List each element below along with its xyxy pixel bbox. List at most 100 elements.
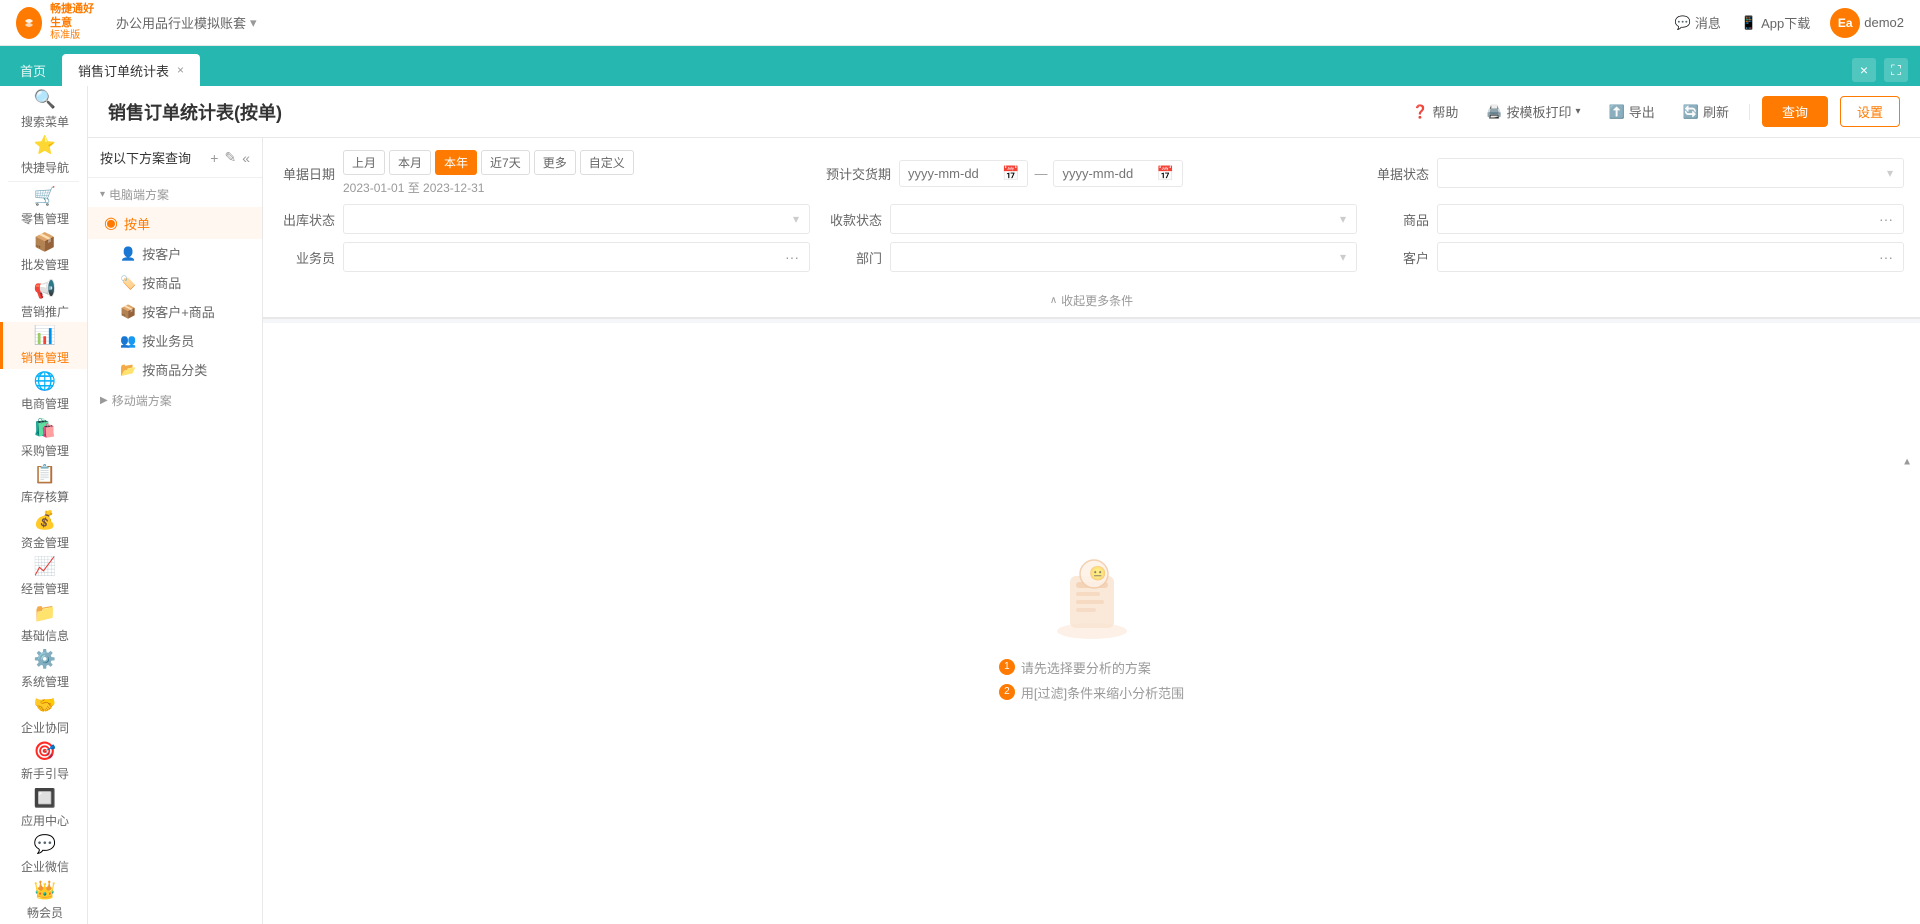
- sidebar-item-label: 电商管理: [21, 395, 69, 412]
- refresh-label: 刷新: [1703, 102, 1729, 121]
- scheme-item-by-goods[interactable]: 🏷️ 按商品: [88, 268, 262, 297]
- collapse-panel-icon[interactable]: «: [242, 150, 250, 166]
- refresh-btn[interactable]: 🔄 刷新: [1675, 98, 1737, 125]
- tab-sales-label: 销售订单统计表: [78, 61, 169, 80]
- customer-dots-icon[interactable]: ···: [1879, 249, 1893, 265]
- template-print-btn[interactable]: 🖨️ 按模板打印 ▾: [1478, 98, 1588, 125]
- sidebar-item-label: 企业协同: [21, 719, 69, 736]
- date-btn-last-month[interactable]: 上月: [343, 150, 385, 175]
- tabbar-right: × ⛶: [1852, 58, 1920, 86]
- ship-status-dropdown[interactable]: ▾: [343, 204, 810, 234]
- help-icon: ❓: [1412, 104, 1428, 120]
- query-button[interactable]: 查询: [1762, 96, 1828, 127]
- scheme-item-by-order[interactable]: ◉ 按单: [88, 207, 262, 239]
- sidebar-item-sales[interactable]: 📊 销售管理: [0, 322, 87, 368]
- date-btn-custom[interactable]: 自定义: [580, 150, 634, 175]
- date-btn-this-month[interactable]: 本月: [389, 150, 431, 175]
- date-btn-this-year[interactable]: 本年: [435, 150, 477, 175]
- expected-date-to-wrap[interactable]: 📅: [1053, 160, 1182, 187]
- dept-dropdown[interactable]: ▾: [890, 242, 1357, 272]
- sidebar-item-search[interactable]: 🔍 搜索菜单: [0, 86, 87, 132]
- chevron-right-icon: ▶: [100, 395, 108, 406]
- scheme-item-by-customer-goods[interactable]: 📦 按客户+商品: [88, 297, 262, 326]
- sidebar-item-app-center[interactable]: 🔲 应用中心: [0, 785, 87, 831]
- tab-close-icon[interactable]: ×: [177, 63, 184, 77]
- app-center-icon: 🔲: [34, 788, 56, 809]
- scheme-item-label: 按商品分类: [142, 360, 207, 379]
- settings-button[interactable]: 设置: [1840, 96, 1900, 127]
- date-range-display: 2023-01-01 至 2023-12-31: [343, 179, 810, 196]
- expected-date-from-input[interactable]: [908, 166, 998, 181]
- empty-illustration: 😐: [1042, 546, 1142, 646]
- user-menu[interactable]: Ea demo2: [1830, 8, 1904, 38]
- export-btn[interactable]: ⬆️ 导出: [1601, 98, 1663, 125]
- sidebar-item-purchase[interactable]: 🛍️ 采购管理: [0, 415, 87, 461]
- sidebar-item-inventory[interactable]: 📋 库存核算: [0, 461, 87, 507]
- tab-home[interactable]: 首页: [4, 54, 62, 86]
- sidebar-item-base[interactable]: 📁 基础信息: [0, 600, 87, 646]
- goods2-icon: 📦: [120, 304, 136, 320]
- sidebar-item-vip[interactable]: 👑 畅会员: [0, 878, 87, 924]
- help-label: 帮助: [1432, 102, 1458, 121]
- status-label: 单据状态: [1373, 164, 1429, 183]
- sidebar-item-system[interactable]: ⚙️ 系统管理: [0, 646, 87, 692]
- filter-cell-date: 单据日期 上月 本月 本年 近7天 更多 自定义: [279, 150, 810, 196]
- sidebar-item-label: 零售管理: [21, 210, 69, 227]
- goods-icon: 🏷️: [120, 275, 136, 291]
- empty-hints: 1 请先选择要分析的方案 2 用[过滤]条件来缩小分析范围: [999, 658, 1184, 702]
- sidebar-item-marketing[interactable]: 📢 营销推广: [0, 276, 87, 322]
- sidebar-item-retail[interactable]: 🛒 零售管理: [0, 183, 87, 229]
- add-scheme-icon[interactable]: +: [210, 150, 218, 166]
- sidebar-item-quick-nav[interactable]: ⭐ 快捷导航: [0, 132, 87, 178]
- empty-hint-2: 2 用[过滤]条件来缩小分析范围: [999, 683, 1184, 702]
- sidebar-item-finance[interactable]: 💰 资金管理: [0, 507, 87, 553]
- collapse-more-conditions-btn[interactable]: ∧ 收起更多条件: [263, 284, 1920, 318]
- customer-dropdown[interactable]: ···: [1437, 242, 1904, 272]
- payment-status-dropdown[interactable]: ▾: [890, 204, 1357, 234]
- salesperson-dropdown[interactable]: ···: [343, 242, 810, 272]
- app-download-btn[interactable]: 📱 App下载: [1741, 13, 1810, 32]
- sidebar: 🔍 搜索菜单 ⭐ 快捷导航 🛒 零售管理 📦 批发管理 ▲ 📢 营销推广 📊 销…: [0, 86, 88, 924]
- edit-scheme-icon[interactable]: ✎: [224, 149, 236, 166]
- breadcrumb-text[interactable]: 办公用品行业模拟账套: [116, 13, 246, 32]
- sidebar-item-enterprise-wechat[interactable]: 💬 企业微信: [0, 831, 87, 877]
- date-btn-more[interactable]: 更多: [534, 150, 576, 175]
- sidebar-item-coop[interactable]: 🤝 企业协同: [0, 693, 87, 739]
- sidebar-item-label: 应用中心: [21, 812, 69, 829]
- scheme-item-by-customer[interactable]: 👤 按客户: [88, 239, 262, 268]
- scheme-item-by-category[interactable]: 📂 按商品分类: [88, 355, 262, 384]
- expected-date-to-input[interactable]: [1062, 166, 1152, 181]
- chevron-down-icon[interactable]: ▾: [250, 15, 257, 31]
- template-print-label: 按模板打印: [1507, 102, 1572, 121]
- ship-label: 出库状态: [279, 210, 335, 229]
- date-btn-7days[interactable]: 近7天: [481, 150, 530, 175]
- export-label: 导出: [1629, 102, 1655, 121]
- sidebar-item-label: 批发管理: [21, 256, 69, 273]
- fullscreen-btn[interactable]: ⛶: [1884, 58, 1908, 82]
- inventory-icon: 📋: [34, 464, 56, 485]
- close-window-btn[interactable]: ×: [1852, 58, 1876, 82]
- sidebar-item-new-guide[interactable]: 🎯 新手引导: [0, 739, 87, 785]
- message-btn[interactable]: 💬 消息: [1675, 13, 1721, 32]
- expected-date-from-wrap[interactable]: 📅: [899, 160, 1028, 187]
- sidebar-item-wholesale[interactable]: 📦 批发管理 ▲: [0, 230, 87, 276]
- hint-num-1: 1: [999, 659, 1015, 675]
- category-icon: 📂: [120, 362, 136, 378]
- tabbar: 首页 销售订单统计表 × × ⛶: [0, 46, 1920, 86]
- chevron-down-icon: ▾: [793, 212, 799, 226]
- status-dropdown[interactable]: ▾: [1437, 158, 1904, 188]
- goods-dots-icon[interactable]: ···: [1879, 211, 1893, 227]
- sidebar-item-operations[interactable]: 📈 经营管理: [0, 554, 87, 600]
- tab-sales-order-stats[interactable]: 销售订单统计表 ×: [62, 54, 200, 86]
- base-icon: 📁: [34, 603, 56, 624]
- chevron-down-icon: ▾: [100, 189, 105, 200]
- scheme-item-by-staff[interactable]: 👥 按业务员: [88, 326, 262, 355]
- scheme-group-mobile-label: 移动端方案: [112, 392, 172, 409]
- filter-cell-doc-status: 单据状态 ▾: [1373, 158, 1904, 188]
- salesperson-dots-icon[interactable]: ···: [785, 249, 799, 265]
- sidebar-item-ecommerce[interactable]: 🌐 电商管理: [0, 369, 87, 415]
- filter-cell-expected-date: 预计交货期 📅 — 📅: [826, 160, 1357, 187]
- help-btn[interactable]: ❓ 帮助: [1404, 98, 1466, 125]
- goods-dropdown[interactable]: ···: [1437, 204, 1904, 234]
- topbar: 畅捷通好生意 标准版 办公用品行业模拟账套 ▾ 💬 消息 📱 App下载 Ea …: [0, 0, 1920, 46]
